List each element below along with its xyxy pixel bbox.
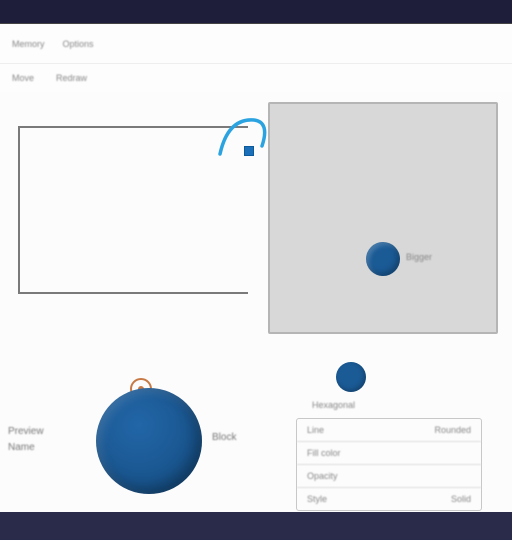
option-val: Solid: [451, 494, 471, 504]
menu-item-1[interactable]: Memory: [12, 39, 45, 49]
canvas-right[interactable]: Bigger: [268, 102, 498, 334]
menu-bar: Memory Options: [0, 24, 512, 64]
preview-labels: Preview Name: [8, 424, 44, 456]
option-key: Opacity: [307, 471, 338, 481]
option-key: Style: [307, 494, 327, 504]
connector-handle[interactable]: [244, 146, 254, 156]
option-val: Rounded: [434, 425, 471, 435]
option-row-2[interactable]: Fill color: [297, 442, 481, 465]
option-row-1[interactable]: Line Rounded: [297, 419, 481, 442]
circle-label: Block: [212, 432, 236, 443]
toolbar-item-1[interactable]: Move: [12, 73, 34, 83]
small-sphere-label: Hexagonal: [312, 400, 355, 410]
option-row-4[interactable]: Style Solid: [297, 488, 481, 510]
canvas-left[interactable]: [0, 102, 252, 372]
app-window: Memory Options Move Redraw Bigger Previe…: [0, 24, 512, 512]
menu-item-2[interactable]: Options: [63, 39, 94, 49]
bottom-region: Preview Name Block Hexagonal Line Rounde…: [0, 360, 512, 540]
rectangle-shape[interactable]: [18, 126, 248, 294]
preview-label-1: Preview: [8, 424, 44, 440]
sphere-label: Bigger: [406, 252, 432, 262]
toolbar: Move Redraw: [0, 64, 512, 92]
content-area: Bigger Preview Name Block Hexagonal Line…: [0, 92, 512, 512]
sphere-shape[interactable]: [366, 242, 400, 276]
titlebar: [0, 0, 512, 24]
options-panel: Line Rounded Fill color Opacity Style So…: [296, 418, 482, 511]
preview-label-2: Name: [8, 440, 44, 456]
circle-shape[interactable]: [96, 388, 202, 494]
option-key: Fill color: [307, 448, 341, 458]
toolbar-item-2[interactable]: Redraw: [56, 73, 87, 83]
small-sphere-shape[interactable]: [336, 362, 366, 392]
option-key: Line: [307, 425, 324, 435]
option-row-3[interactable]: Opacity: [297, 465, 481, 488]
